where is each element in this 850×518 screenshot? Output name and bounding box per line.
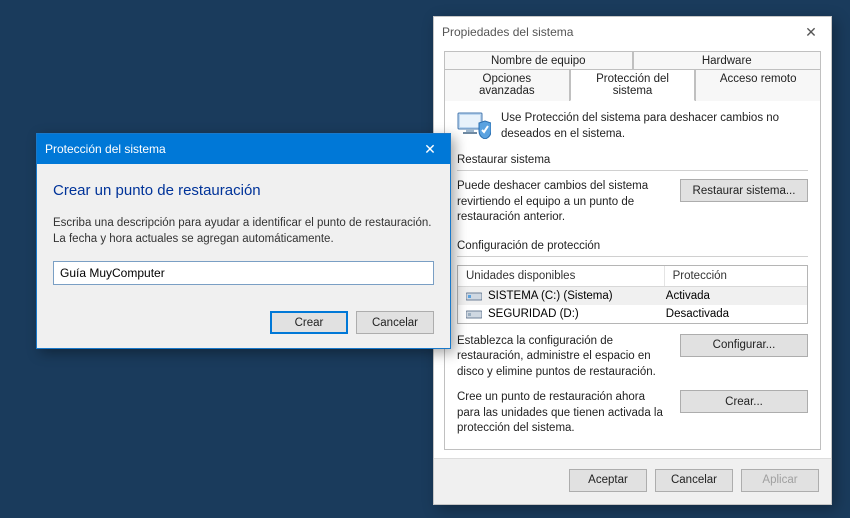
- col-drives[interactable]: Unidades disponibles: [458, 266, 665, 286]
- ok-button[interactable]: Aceptar: [569, 469, 647, 492]
- apply-button[interactable]: Aplicar: [741, 469, 819, 492]
- tab-remote[interactable]: Acceso remoto: [695, 69, 821, 101]
- restore-section-title: Restaurar sistema: [457, 154, 808, 166]
- properties-titlebar[interactable]: Propiedades del sistema ✕: [434, 17, 831, 47]
- dialog-title: Protección del sistema: [45, 142, 166, 156]
- tab-computer-name[interactable]: Nombre de equipo: [444, 51, 633, 70]
- cancel-button[interactable]: Cancelar: [655, 469, 733, 492]
- monitor-shield-icon: [457, 111, 491, 139]
- drive-icon: [466, 290, 482, 302]
- drive-status: Activada: [666, 290, 799, 302]
- table-row[interactable]: SISTEMA (C:) (Sistema) Activada: [458, 287, 807, 305]
- drive-name: SEGURIDAD (D:): [488, 308, 579, 320]
- drive-status: Desactivada: [666, 308, 799, 320]
- drive-name: SISTEMA (C:) (Sistema): [488, 290, 613, 302]
- close-icon[interactable]: ✕: [791, 17, 831, 47]
- col-status[interactable]: Protección: [665, 266, 807, 286]
- drives-table: Unidades disponibles Protección SISTEMA …: [457, 265, 808, 324]
- configure-button[interactable]: Configurar...: [680, 334, 808, 357]
- cancel-button[interactable]: Cancelar: [356, 311, 434, 334]
- restore-system-button[interactable]: Restaurar sistema...: [680, 179, 808, 202]
- drive-icon: [466, 308, 482, 320]
- system-properties-window: Propiedades del sistema ✕ Nombre de equi…: [433, 16, 832, 505]
- create-point-button[interactable]: Crear...: [680, 390, 808, 413]
- properties-title: Propiedades del sistema: [442, 25, 573, 39]
- dialog-heading: Crear un punto de restauración: [53, 182, 434, 199]
- restore-text: Puede deshacer cambios del sistema revir…: [457, 179, 670, 226]
- create-button[interactable]: Crear: [270, 311, 348, 334]
- intro-text: Use Protección del sistema para deshacer…: [501, 111, 808, 142]
- protection-section-title: Configuración de protección: [457, 240, 808, 252]
- tab-hardware[interactable]: Hardware: [633, 51, 822, 70]
- dialog-titlebar[interactable]: Protección del sistema ✕: [37, 134, 450, 164]
- protection-panel: Use Protección del sistema para deshacer…: [444, 100, 821, 450]
- create-restore-point-dialog: Protección del sistema ✕ Crear un punto …: [36, 133, 451, 349]
- tab-system-protection[interactable]: Protección del sistema: [570, 69, 696, 101]
- description-input[interactable]: [53, 261, 434, 285]
- table-row[interactable]: SEGURIDAD (D:) Desactivada: [458, 305, 807, 323]
- tab-advanced[interactable]: Opciones avanzadas: [444, 69, 570, 101]
- create-point-text: Cree un punto de restauración ahora para…: [457, 390, 670, 437]
- dialog-description: Escriba una descripción para ayudar a id…: [53, 215, 434, 247]
- configure-text: Establezca la configuración de restaurac…: [457, 334, 670, 381]
- close-icon[interactable]: ✕: [410, 134, 450, 164]
